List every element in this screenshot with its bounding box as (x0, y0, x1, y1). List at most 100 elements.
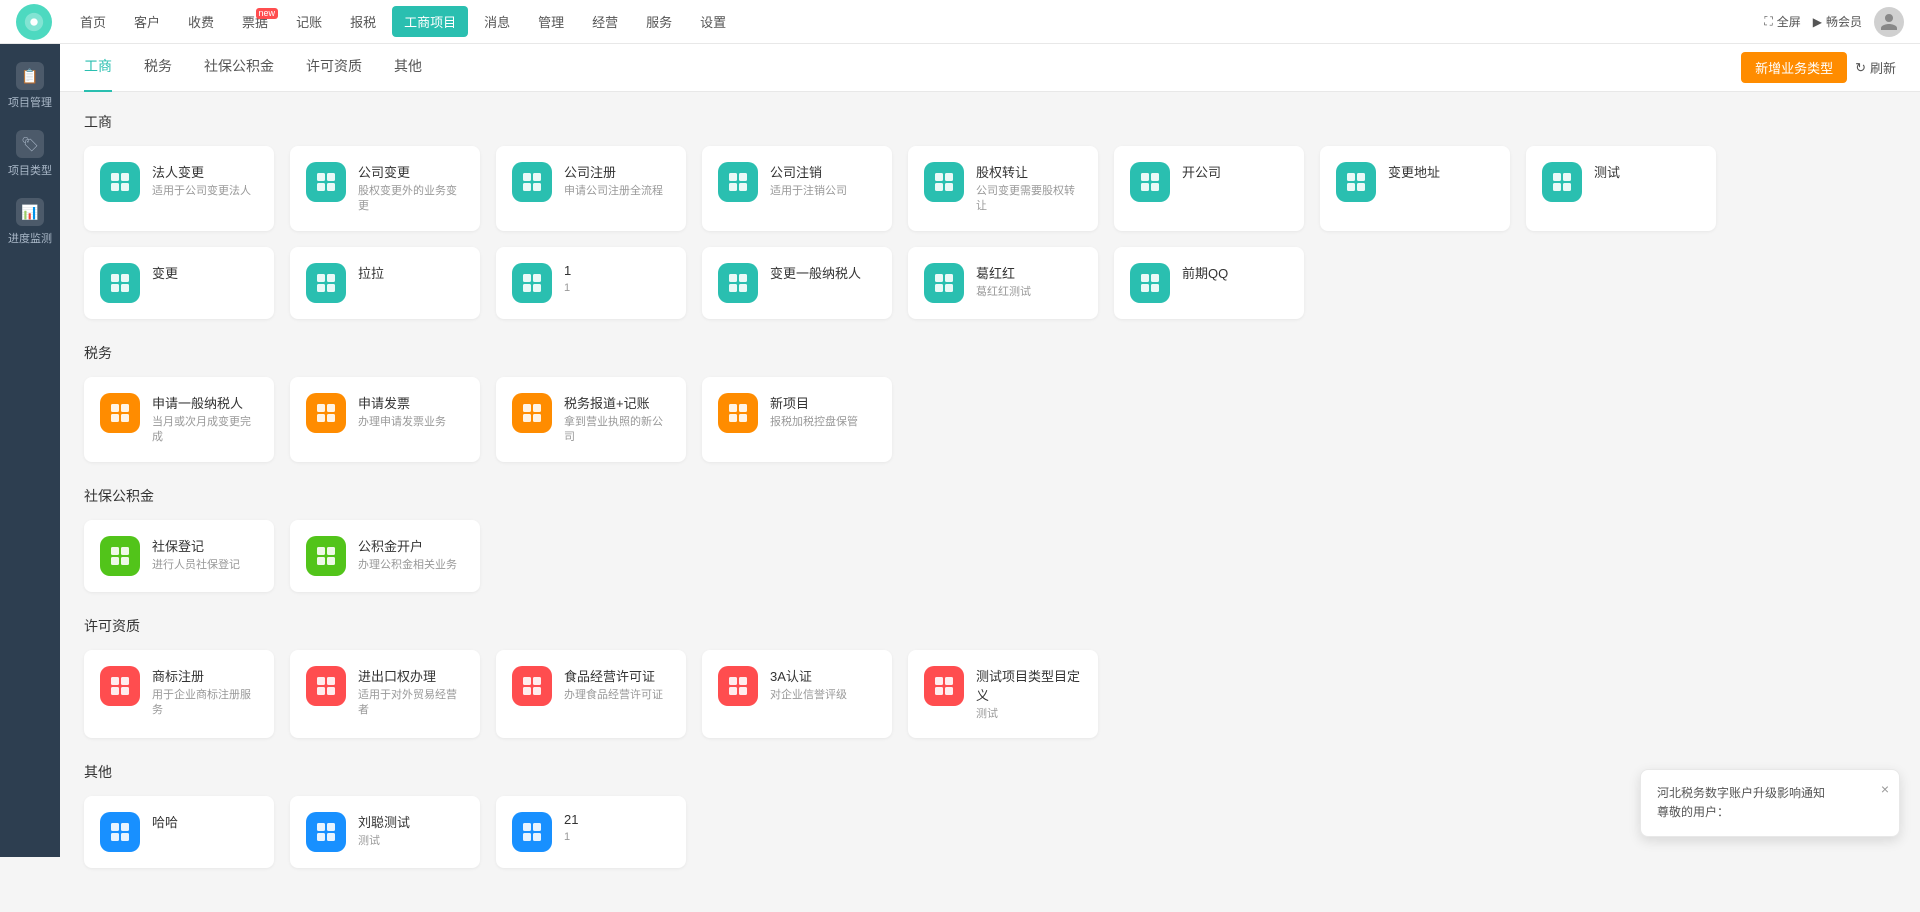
sidebar-item-项目类型[interactable]: 🏷项目类型 (0, 120, 60, 188)
card-info: 申请一般纳税人当月或次月成变更完成 (152, 393, 258, 446)
card-info: 拉拉 (358, 263, 464, 285)
card-测试项目类型目定义[interactable]: 测试项目类型目定义测试 (908, 650, 1098, 738)
nav-item-管理[interactable]: 管理 (526, 6, 576, 37)
card-title: 3A认证 (770, 666, 876, 685)
card-desc: 申请公司注册全流程 (564, 184, 670, 199)
nav-item-服务[interactable]: 服务 (634, 6, 684, 37)
card-股权转让[interactable]: 股权转让公司变更需要股权转让 (908, 146, 1098, 231)
card-1[interactable]: 11 (496, 247, 686, 319)
card-title: 商标注册 (152, 666, 258, 685)
card-开公司[interactable]: 开公司 (1114, 146, 1304, 231)
card-变更[interactable]: 变更 (84, 247, 274, 319)
card-info: 公司注销适用于注销公司 (770, 162, 876, 199)
card-info: 11 (564, 263, 670, 296)
sidebar-item-项目管理[interactable]: 📋 项目管理 (0, 52, 60, 120)
card-title: 测试 (1594, 162, 1700, 181)
card-公司变更[interactable]: 公司变更股权变更外的业务变更 (290, 146, 480, 231)
card-title: 股权转让 (976, 162, 1082, 181)
card-icon (718, 162, 758, 202)
card-拉拉[interactable]: 拉拉 (290, 247, 480, 319)
nav-item-报税[interactable]: 报税 (338, 6, 388, 37)
section-title: 许可资质 (84, 616, 1896, 636)
card-title: 食品经营许可证 (564, 666, 670, 685)
card-公司注册[interactable]: 公司注册申请公司注册全流程 (496, 146, 686, 231)
nav-item-设置[interactable]: 设置 (688, 6, 738, 37)
card-desc: 适用于对外贸易经营者 (358, 688, 464, 719)
card-icon (100, 162, 140, 202)
card-公司注销[interactable]: 公司注销适用于注销公司 (702, 146, 892, 231)
nav-item-票据[interactable]: 票据new (230, 6, 280, 37)
card-法人变更[interactable]: 法人变更适用于公司变更法人 (84, 146, 274, 231)
card-icon (100, 393, 140, 433)
card-刘聪测试[interactable]: 刘聪测试测试 (290, 796, 480, 868)
card-desc: 测试 (976, 707, 1082, 722)
sub-tab-工商[interactable]: 工商 (84, 44, 112, 92)
sidebar-icon: 📋 (16, 62, 44, 90)
refresh-button[interactable]: ↻ 刷新 (1855, 58, 1896, 77)
vip-button[interactable]: ▶ 畅会员 (1813, 13, 1862, 30)
nav-item-收费[interactable]: 收费 (176, 6, 226, 37)
card-社保登记[interactable]: 社保登记进行人员社保登记 (84, 520, 274, 592)
card-desc: 股权变更外的业务变更 (358, 184, 464, 215)
sub-tab-actions: 新增业务类型 ↻ 刷新 (1741, 52, 1896, 83)
card-进出口权办理[interactable]: 进出口权办理适用于对外贸易经营者 (290, 650, 480, 738)
card-税务报道+记账[interactable]: 税务报道+记账拿到营业执照的新公司 (496, 377, 686, 462)
card-3A认证[interactable]: 3A认证对企业信誉评级 (702, 650, 892, 738)
card-desc: 办理公积金相关业务 (358, 558, 464, 573)
card-title: 进出口权办理 (358, 666, 464, 685)
section-title: 其他 (84, 762, 1896, 782)
sidebar-item-进度监测[interactable]: 📊进度监测 (0, 188, 60, 256)
add-type-button[interactable]: 新增业务类型 (1741, 52, 1847, 83)
app-logo[interactable] (16, 4, 52, 40)
nav-item-客户[interactable]: 客户 (122, 6, 172, 37)
card-icon (1130, 263, 1170, 303)
card-title: 法人变更 (152, 162, 258, 181)
sub-tab-许可资质[interactable]: 许可资质 (306, 44, 362, 92)
card-商标注册[interactable]: 商标注册用于企业商标注册服务 (84, 650, 274, 738)
nav-item-记账[interactable]: 记账 (284, 6, 334, 37)
card-食品经营许可证[interactable]: 食品经营许可证办理食品经营许可证 (496, 650, 686, 738)
card-info: 前期QQ (1182, 263, 1288, 285)
card-info: 3A认证对企业信誉评级 (770, 666, 876, 703)
card-申请一般纳税人[interactable]: 申请一般纳税人当月或次月成变更完成 (84, 377, 274, 462)
notification-close-button[interactable]: × (1881, 778, 1889, 800)
card-info: 变更一般纳税人 (770, 263, 876, 285)
card-info: 公司变更股权变更外的业务变更 (358, 162, 464, 215)
card-desc: 适用于公司变更法人 (152, 184, 258, 199)
card-21[interactable]: 211 (496, 796, 686, 868)
card-变更地址[interactable]: 变更地址 (1320, 146, 1510, 231)
card-desc: 拿到营业执照的新公司 (564, 415, 670, 446)
card-desc: 对企业信誉评级 (770, 688, 876, 703)
nav-item-消息[interactable]: 消息 (472, 6, 522, 37)
card-desc: 葛红红测试 (976, 285, 1082, 300)
sub-tab-其他[interactable]: 其他 (394, 44, 422, 92)
card-测试[interactable]: 测试 (1526, 146, 1716, 231)
card-desc: 进行人员社保登记 (152, 558, 258, 573)
card-info: 公司注册申请公司注册全流程 (564, 162, 670, 199)
card-葛红红[interactable]: 葛红红葛红红测试 (908, 247, 1098, 319)
card-icon (306, 536, 346, 576)
cards-grid-工商: 法人变更适用于公司变更法人 公司变更股权变更外的业务变更 公司注册申请公司注册全… (84, 146, 1896, 319)
fullscreen-button[interactable]: ⛶ 全屏 (1764, 13, 1800, 30)
section-title: 工商 (84, 112, 1896, 132)
user-avatar[interactable] (1874, 7, 1904, 37)
card-申请发票[interactable]: 申请发票办理申请发票业务 (290, 377, 480, 462)
card-哈哈[interactable]: 哈哈 (84, 796, 274, 868)
card-info: 211 (564, 812, 670, 845)
card-info: 测试项目类型目定义测试 (976, 666, 1082, 722)
card-前期QQ[interactable]: 前期QQ (1114, 247, 1304, 319)
card-title: 社保登记 (152, 536, 258, 555)
card-icon (718, 263, 758, 303)
card-title: 变更 (152, 263, 258, 282)
nav-item-工商项目[interactable]: 工商项目 (392, 6, 468, 37)
card-icon (100, 263, 140, 303)
sub-tab-税务[interactable]: 税务 (144, 44, 172, 92)
card-新项目[interactable]: 新项目报税加税控盘保管 (702, 377, 892, 462)
sub-tab-社保公积金[interactable]: 社保公积金 (204, 44, 274, 92)
card-公积金开户[interactable]: 公积金开户办理公积金相关业务 (290, 520, 480, 592)
card-变更一般纳税人[interactable]: 变更一般纳税人 (702, 247, 892, 319)
sidebar-item-label: 项目管理 (8, 94, 52, 110)
nav-item-经营[interactable]: 经营 (580, 6, 630, 37)
card-title: 前期QQ (1182, 263, 1288, 282)
nav-item-首页[interactable]: 首页 (68, 6, 118, 37)
